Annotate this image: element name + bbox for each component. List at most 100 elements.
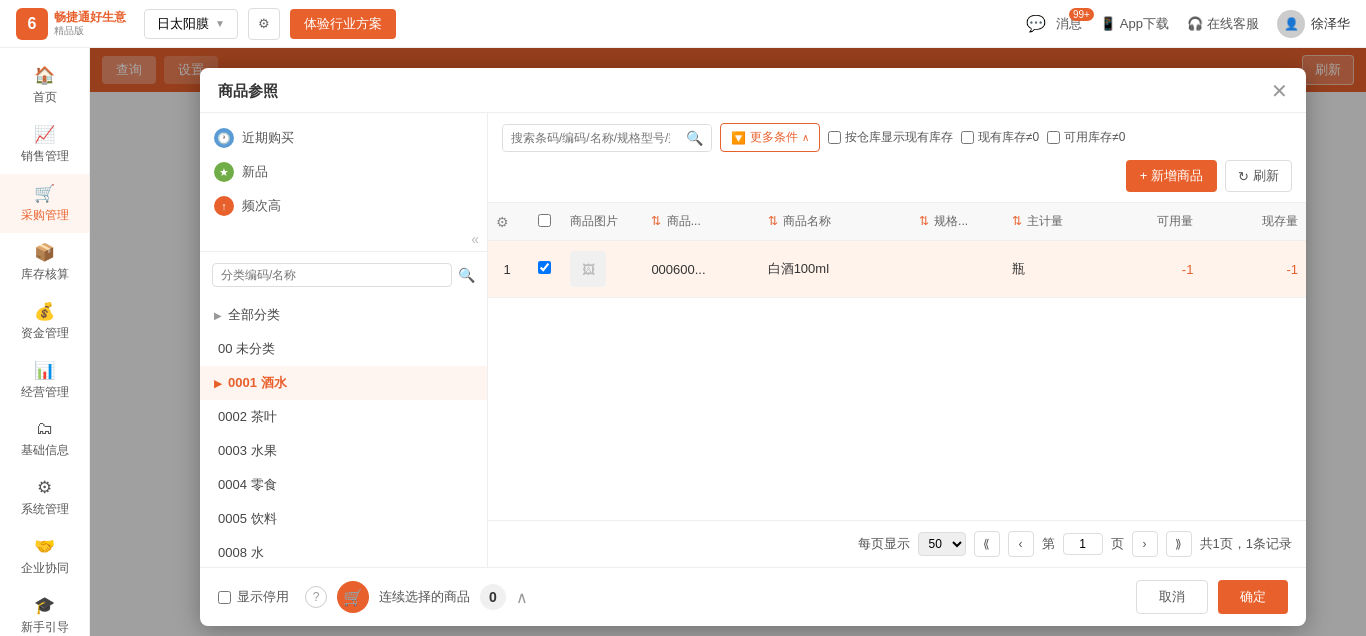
collapse-footer-icon[interactable]: ∧ <box>516 588 528 607</box>
new-icon: ★ <box>214 162 234 182</box>
row-avail: -1 <box>1097 241 1202 298</box>
product-image: 🖼 <box>570 251 606 287</box>
quick-item-new[interactable]: ★ 新品 <box>200 155 487 189</box>
system-icon: ⚙ <box>37 477 52 498</box>
category-list: ▶ 全部分类 00 未分类 ▶ 0001 酒水 0002 茶叶 <box>200 294 487 567</box>
logo: 6 畅捷通好生意 精品版 <box>16 8 126 40</box>
store-selector[interactable]: 日太阳膜 ▼ <box>144 9 238 39</box>
col-code-header[interactable]: ⇅ 商品... <box>643 203 759 241</box>
sort-icon: ⇅ <box>651 214 661 228</box>
chevron-down-icon: ▼ <box>215 18 225 29</box>
quick-item-recent[interactable]: 🕐 近期购买 <box>200 121 487 155</box>
purchase-icon: 🛒 <box>34 183 55 204</box>
page-input[interactable] <box>1063 533 1103 555</box>
refresh-icon: ↻ <box>1238 169 1249 184</box>
sidebar-item-purchase[interactable]: 🛒 采购管理 <box>0 174 89 233</box>
confirm-button[interactable]: 确定 <box>1218 580 1288 614</box>
settings-col-icon: ⚙ <box>496 214 509 230</box>
app-download-item[interactable]: 📱 App下载 <box>1100 15 1169 33</box>
filter-chevron: ∧ <box>802 132 809 143</box>
row-code: 000600... <box>643 241 759 298</box>
help-icon[interactable]: ? <box>305 586 327 608</box>
cat-tea[interactable]: 0002 茶叶 <box>200 400 487 434</box>
sidebar-item-sales[interactable]: 📈 销售管理 <box>0 115 89 174</box>
service-item[interactable]: 🎧 在线客服 <box>1187 15 1259 33</box>
cat-liquor[interactable]: ▶ 0001 酒水 <box>200 366 487 400</box>
collapse-icon[interactable]: « <box>471 231 479 247</box>
cat-drink[interactable]: 0005 饮料 <box>200 502 487 536</box>
sidebar-item-home[interactable]: 🏠 首页 <box>0 56 89 115</box>
modal-close-button[interactable]: ✕ <box>1271 81 1288 101</box>
message-icon-item[interactable]: 💬 99+ 消息 <box>1026 14 1082 33</box>
product-table-container: ⚙ 商品图片 ⇅ <box>488 203 1306 520</box>
modal-toolbar: 🔍 🔽 更多条件 ∧ 按仓库显示现有库存 <box>488 113 1306 203</box>
check-stock-nonzero[interactable]: 现有库存≠0 <box>961 129 1039 146</box>
col-stock-header: 现存量 <box>1201 203 1306 241</box>
col-avail-header: 可用量 <box>1097 203 1202 241</box>
col-checkbox-header[interactable] <box>526 203 562 241</box>
sidebar-item-finance[interactable]: 💰 资金管理 <box>0 292 89 351</box>
col-unit-header[interactable]: ⇅ 主计量 <box>1004 203 1097 241</box>
col-name-header[interactable]: ⇅ 商品名称 <box>760 203 911 241</box>
category-search-box: 🔍 <box>200 256 487 294</box>
selected-label: 连续选择的商品 <box>379 588 470 606</box>
cat-fruit[interactable]: 0003 水果 <box>200 434 487 468</box>
product-search-input[interactable] <box>503 126 678 150</box>
row-num: 1 <box>488 241 526 298</box>
table-row[interactable]: 1 🖼 000600... <box>488 241 1306 298</box>
page-first-button[interactable]: ⟪ <box>974 531 1000 557</box>
pagination: 每页显示 50 ⟪ ‹ 第 页 › ⟫ 共1页，1条记录 <box>488 520 1306 567</box>
row-unit: 瓶 <box>1004 241 1097 298</box>
sidebar-item-basic-info[interactable]: 🗂 基础信息 <box>0 410 89 468</box>
quick-item-frequent[interactable]: ↑ 频次高 <box>200 189 487 223</box>
page-size-select[interactable]: 50 <box>918 532 966 556</box>
sidebar-item-collab[interactable]: 🤝 企业协同 <box>0 527 89 586</box>
page-last-button[interactable]: ⟫ <box>1166 531 1192 557</box>
col-settings[interactable]: ⚙ <box>488 203 526 241</box>
sidebar-item-inventory[interactable]: 📦 库存核算 <box>0 233 89 292</box>
col-spec-header[interactable]: ⇅ 规格... <box>911 203 1004 241</box>
sort-icon2: ⇅ <box>768 214 778 228</box>
sidebar-item-system[interactable]: ⚙ 系统管理 <box>0 468 89 527</box>
refresh-button[interactable]: ↻ 刷新 <box>1225 160 1292 192</box>
cat-all[interactable]: ▶ 全部分类 <box>200 298 487 332</box>
add-product-button[interactable]: + 新增商品 <box>1126 160 1217 192</box>
cat-uncategorized[interactable]: 00 未分类 <box>200 332 487 366</box>
logo-text: 畅捷通好生意 精品版 <box>54 10 126 36</box>
gear-icon[interactable]: ⚙ <box>248 8 280 40</box>
check-stock-by-warehouse[interactable]: 按仓库显示现有库存 <box>828 129 953 146</box>
cat-water[interactable]: 0008 水 <box>200 536 487 567</box>
row-stock: -1 <box>1201 241 1306 298</box>
finance-icon: 💰 <box>34 301 55 322</box>
phone-icon: 📱 <box>1100 16 1116 31</box>
sales-icon: 📈 <box>34 124 55 145</box>
sort-icon4: ⇅ <box>1012 214 1022 228</box>
row-checkbox[interactable] <box>526 241 562 298</box>
modal-footer: 显示停用 ? 🛒 连续选择的商品 0 ∧ 取消 确定 <box>200 567 1306 626</box>
cat-snack[interactable]: 0004 零食 <box>200 468 487 502</box>
filter-icon: 🔽 <box>731 131 746 145</box>
cancel-button[interactable]: 取消 <box>1136 580 1208 614</box>
modal-body: 🕐 近期购买 ★ 新品 ↑ 频次高 <box>200 113 1306 567</box>
page-prev-button[interactable]: ‹ <box>1008 531 1034 557</box>
content-area: 查询 设置 刷新 商品参照 ✕ <box>90 48 1366 636</box>
user-item[interactable]: 👤 徐泽华 <box>1277 10 1350 38</box>
show-disabled-check[interactable]: 显示停用 <box>218 588 289 606</box>
product-reference-modal: 商品参照 ✕ 🕐 近期购买 ★ <box>200 68 1306 626</box>
product-search-box: 🔍 <box>502 124 712 152</box>
check-avail-nonzero[interactable]: 可用库存≠0 <box>1047 129 1125 146</box>
product-search-button[interactable]: 🔍 <box>678 125 711 151</box>
topbar-right: 💬 99+ 消息 📱 App下载 🎧 在线客服 👤 徐泽华 <box>1026 10 1350 38</box>
modal-right-panel: 🔍 🔽 更多条件 ∧ 按仓库显示现有库存 <box>488 113 1306 567</box>
more-filter-button[interactable]: 🔽 更多条件 ∧ <box>720 123 820 152</box>
sidebar-item-guide[interactable]: 🎓 新手引导 <box>0 586 89 636</box>
sidebar-item-operations[interactable]: 📊 经营管理 <box>0 351 89 410</box>
topbar: 6 畅捷通好生意 精品版 日太阳膜 ▼ ⚙ 体验行业方案 💬 99+ 消息 📱 … <box>0 0 1366 48</box>
category-search-icon[interactable]: 🔍 <box>458 267 475 283</box>
selected-count-badge: 0 <box>480 584 506 610</box>
row-spec <box>911 241 1004 298</box>
page-next-button[interactable]: › <box>1132 531 1158 557</box>
trial-button[interactable]: 体验行业方案 <box>290 9 396 39</box>
category-search-input[interactable] <box>212 263 452 287</box>
sort-icon3: ⇅ <box>919 214 929 228</box>
